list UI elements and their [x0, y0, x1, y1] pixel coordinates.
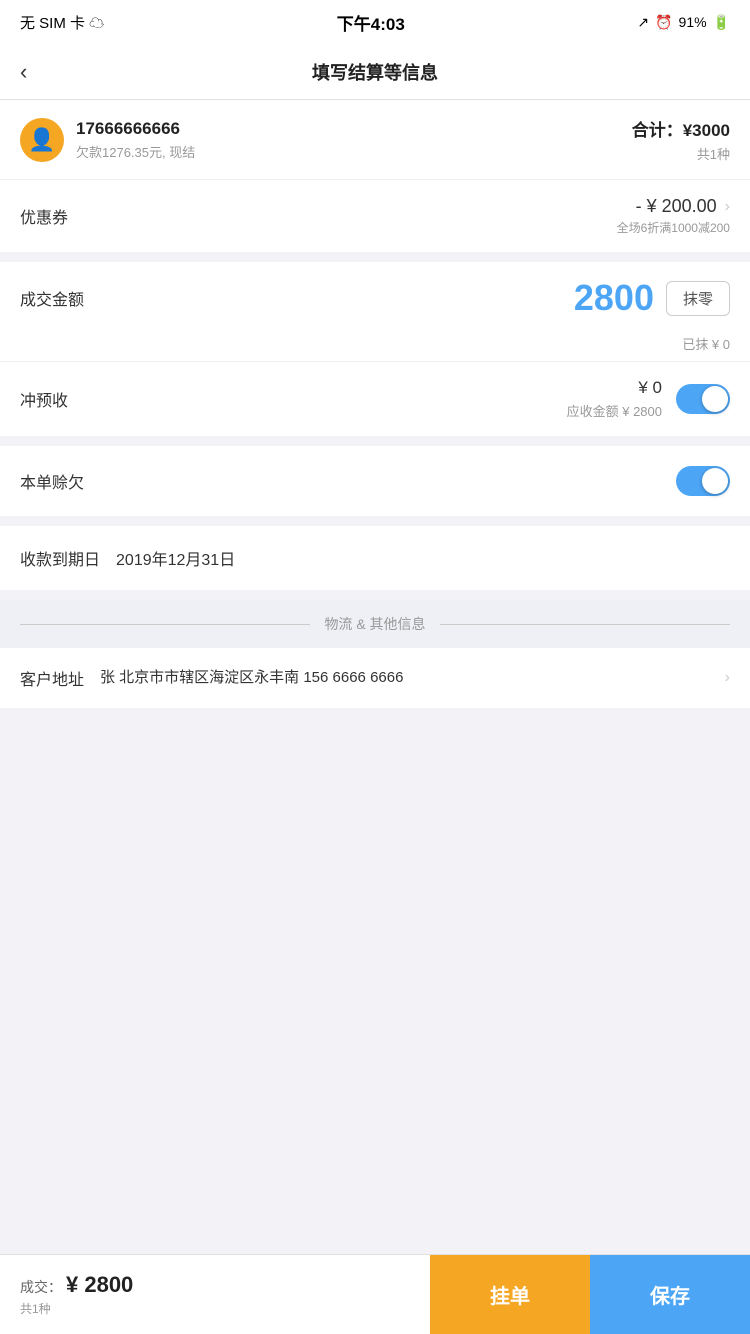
deal-amount-value: 2800: [574, 280, 654, 316]
round-zero-button[interactable]: 抹零: [666, 281, 730, 316]
prepay-row: 冲预收 ¥ 0 应收金额 ¥ 2800: [0, 362, 750, 436]
status-time: 下午4:03: [337, 10, 405, 35]
address-row[interactable]: 客户地址 张 北京市市辖区海淀区永丰南 156 6666 6666 ›: [0, 648, 750, 708]
toggle-knob: [702, 386, 728, 412]
avatar: 👤: [20, 118, 64, 162]
coupon-right: - ¥ 200.00 ›: [636, 196, 730, 217]
save-button[interactable]: 保存: [590, 1255, 750, 1334]
customer-row: 👤 17666666666 欠款1276.35元, 现结 合计：¥3000 共1…: [0, 100, 750, 179]
battery-icon: 🔋: [713, 14, 730, 31]
duedate-label: 收款到期日: [20, 546, 100, 570]
status-left: 无 SIM 卡 ☁: [20, 12, 104, 33]
divider-line-right: [440, 624, 730, 625]
writeoff-toggle-knob: [702, 468, 728, 494]
address-arrow-icon: ›: [725, 669, 730, 687]
back-button[interactable]: ‹: [20, 59, 27, 85]
bottom-deal-amount: ¥ 2800: [66, 1272, 133, 1298]
writeoff-section: 本单赊欠: [0, 446, 750, 516]
bottom-deal-count: 共1种: [20, 1300, 410, 1317]
deal-section: 成交金额 2800 抹零 已抹 ¥ 0 冲预收 ¥ 0 应收金额 ¥ 2800: [0, 262, 750, 436]
coupon-arrow-icon: ›: [725, 198, 730, 216]
alarm-icon: ⏰: [655, 14, 672, 31]
page-title: 填写结算等信息: [312, 59, 438, 85]
gray-spacer: [0, 718, 750, 838]
writeoff-toggle[interactable]: [676, 466, 730, 496]
divider-text: 物流 & 其他信息: [310, 614, 439, 634]
divider-line-left: [20, 624, 310, 625]
prepay-amount: ¥ 0: [567, 378, 662, 398]
sim-label: 无 SIM 卡 ☁: [20, 12, 104, 33]
customer-phone: 17666666666: [76, 119, 632, 139]
bottom-deal-row: 成交： ¥ 2800: [20, 1272, 410, 1298]
deal-row: 成交金额 2800 抹零: [0, 262, 750, 334]
coupon-desc: 全场6折满1000减200: [617, 219, 730, 236]
customer-section: 👤 17666666666 欠款1276.35元, 现结 合计：¥3000 共1…: [0, 100, 750, 252]
address-label: 客户地址: [20, 666, 100, 690]
address-section: 客户地址 张 北京市市辖区海淀区永丰南 156 6666 6666 ›: [0, 648, 750, 708]
customer-info: 17666666666 欠款1276.35元, 现结: [76, 119, 632, 161]
coupon-label: 优惠券: [20, 204, 68, 228]
prepay-receivable: 应收金额 ¥ 2800: [567, 401, 662, 420]
duedate-value: 2019年12月31日: [116, 546, 235, 570]
nav-bar: ‹ 填写结算等信息: [0, 44, 750, 100]
total-count: 共1种: [632, 144, 730, 163]
writeoff-row: 本单赊欠: [0, 446, 750, 516]
hold-order-button[interactable]: 挂单: [430, 1255, 590, 1334]
customer-debt: 欠款1276.35元, 现结: [76, 142, 632, 161]
writeoff-label: 本单赊欠: [20, 469, 676, 493]
bottom-bar: 成交： ¥ 2800 共1种 挂单 保存: [0, 1254, 750, 1334]
prepay-amount-wrap: ¥ 0 应收金额 ¥ 2800: [567, 378, 662, 420]
prepay-section: 冲预收 ¥ 0 应收金额 ¥ 2800: [0, 361, 750, 436]
prepay-label: 冲预收: [20, 387, 567, 411]
coupon-row[interactable]: 优惠券 - ¥ 200.00 › 全场6折满1000减200: [0, 179, 750, 252]
status-bar: 无 SIM 卡 ☁ 下午4:03 ↗ ⏰ 91% 🔋: [0, 0, 750, 44]
prepay-toggle[interactable]: [676, 384, 730, 414]
battery-label: 91%: [679, 14, 707, 30]
duedate-row: 收款到期日 2019年12月31日: [0, 526, 750, 590]
divider-section: 物流 & 其他信息: [0, 600, 750, 648]
total-amount: 合计：¥3000: [632, 116, 730, 141]
address-value: 张 北京市市辖区海淀区永丰南 156 6666 6666: [100, 667, 725, 690]
bottom-info: 成交： ¥ 2800 共1种: [0, 1255, 430, 1334]
deal-value-wrap: 2800 抹零: [574, 280, 730, 316]
status-right: ↗ ⏰ 91% 🔋: [637, 14, 730, 31]
coupon-value: - ¥ 200.00: [636, 196, 717, 217]
duedate-section: 收款到期日 2019年12月31日: [0, 526, 750, 590]
customer-total: 合计：¥3000 共1种: [632, 116, 730, 163]
location-icon: ↗: [637, 14, 649, 31]
deal-amount-label: 成交金额: [20, 286, 574, 310]
bottom-deal-label: 成交：: [20, 1277, 62, 1297]
prepay-right: ¥ 0 应收金额 ¥ 2800: [567, 378, 730, 420]
deal-erased: 已抹 ¥ 0: [0, 334, 750, 361]
